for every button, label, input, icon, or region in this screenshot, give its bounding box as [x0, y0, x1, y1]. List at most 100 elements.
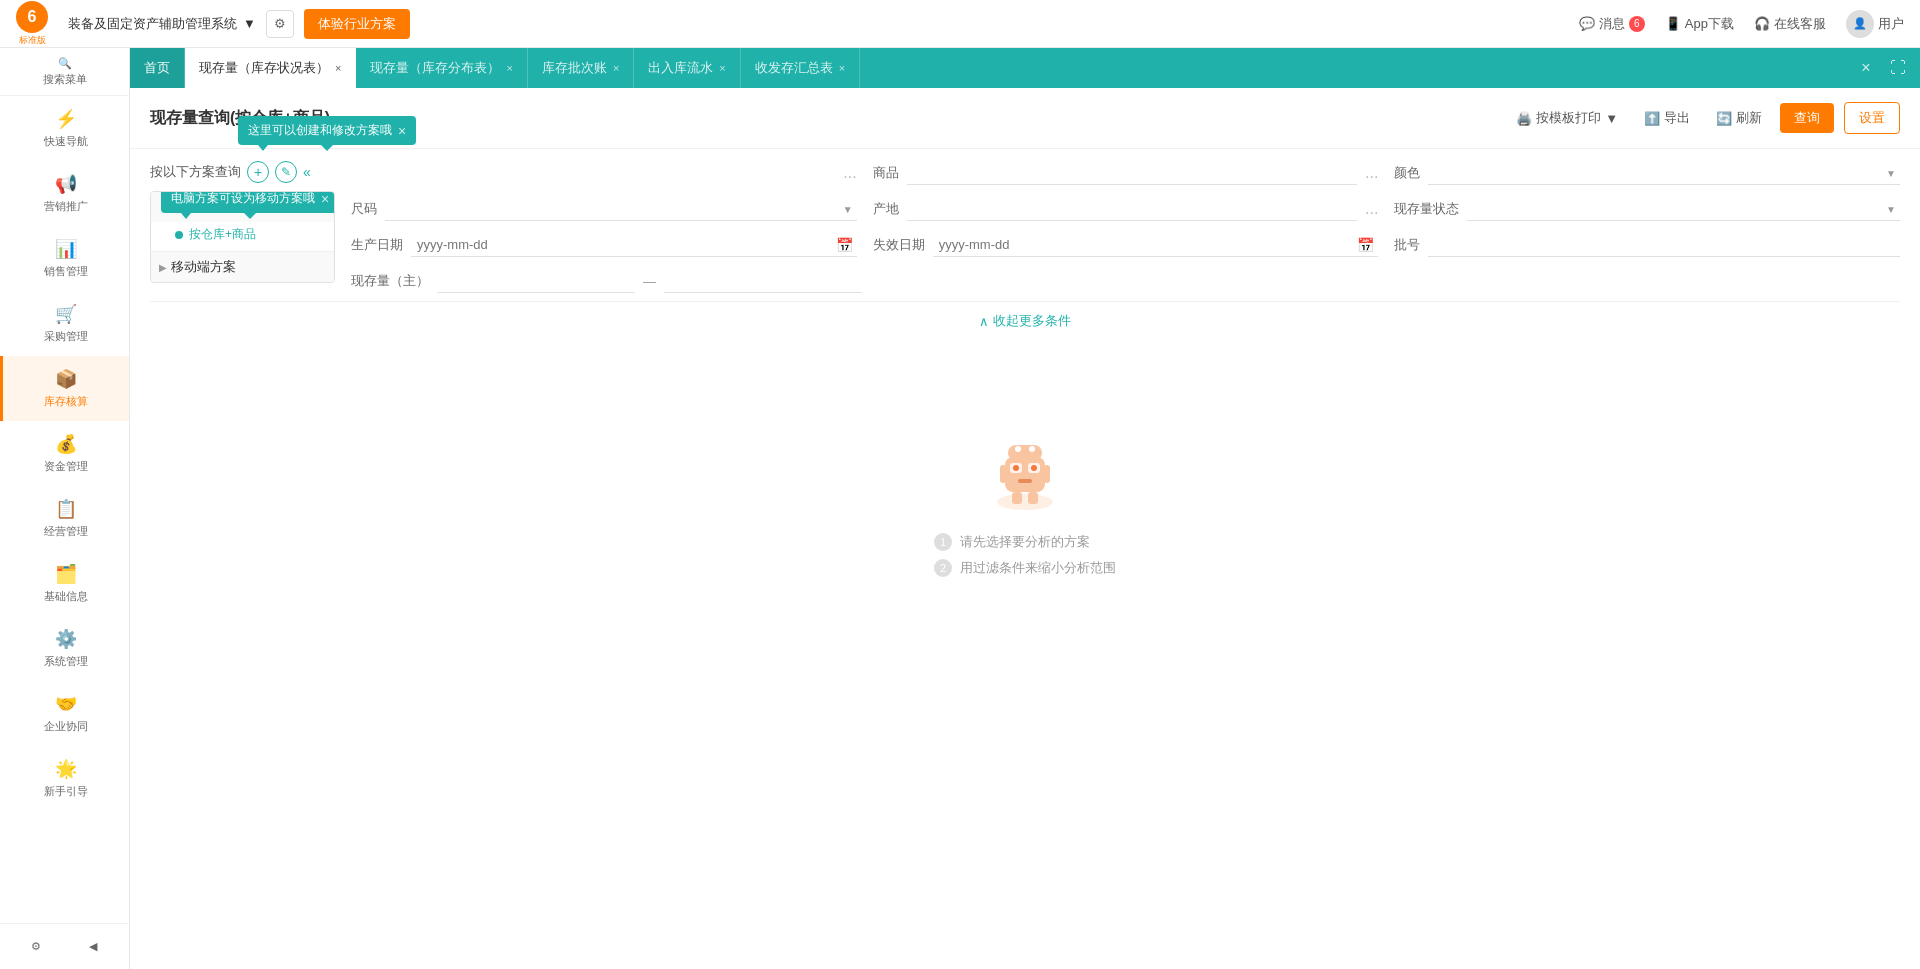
page-actions: 🖨️ 按模板打印 ▼ ⬆️ 导出 🔄 刷新 查询 — [1508, 102, 1900, 134]
sidebar-item-label: 经营管理 — [44, 524, 88, 539]
mobile-scheme-label: 移动端方案 — [171, 258, 236, 276]
edit-scheme-button[interactable]: ✎ — [275, 161, 297, 183]
batch-no-input[interactable] — [1428, 233, 1900, 257]
origin-dots[interactable]: ... — [1365, 200, 1378, 218]
pc-tooltip: 电脑方案可设为移动方案哦 × — [161, 191, 335, 213]
sidebar-item-enterprise[interactable]: 🤝 企业协同 — [0, 681, 129, 746]
goods-input-wrapper — [907, 161, 1357, 185]
produce-date-input[interactable] — [411, 233, 857, 257]
tab-close-icon[interactable]: × — [613, 62, 619, 74]
svg-rect-1 — [1005, 457, 1045, 492]
size-label: 尺码 — [351, 200, 377, 218]
export-button[interactable]: ⬆️ 导出 — [1636, 105, 1698, 131]
search-menu-label: 搜索菜单 — [43, 72, 87, 87]
edit-icon: ✎ — [281, 165, 291, 179]
sidebar-item-system[interactable]: ⚙️ 系统管理 — [0, 616, 129, 681]
color-select-wrapper: ▼ — [1428, 161, 1900, 185]
message-label: 消息 — [1599, 15, 1625, 33]
tab-batch-accounts[interactable]: 库存批次账 × — [528, 48, 634, 88]
tab-close-icon[interactable]: × — [719, 62, 725, 74]
refresh-button[interactable]: 🔄 刷新 — [1708, 105, 1770, 131]
sidebar-item-marketing[interactable]: 📢 营销推广 — [0, 161, 129, 226]
calendar-icon[interactable]: 📅 — [1357, 237, 1374, 253]
stock-status-select[interactable] — [1467, 197, 1900, 221]
tab-in-out-flow[interactable]: 出入库流水 × — [634, 48, 740, 88]
size-select[interactable] — [385, 197, 857, 221]
stock-qty-from-input[interactable] — [437, 269, 635, 293]
color-select[interactable] — [1428, 161, 1900, 185]
sidebar-item-basic[interactable]: 🗂️ 基础信息 — [0, 551, 129, 616]
tab-close-icon[interactable]: × — [839, 62, 845, 74]
empty-tips: 1 请先选择要分析的方案 2 用过滤条件来缩小分析范围 — [934, 533, 1116, 577]
chevron-down-icon: ▼ — [243, 16, 256, 31]
sidebar-item-finance[interactable]: 💰 资金管理 — [0, 421, 129, 486]
search-menu-button[interactable]: 🔍 搜索菜单 — [37, 51, 93, 93]
pc-sub-item[interactable]: 按仓库+商品 — [175, 222, 326, 247]
sidebar-item-inventory[interactable]: 📦 库存核算 — [0, 356, 129, 421]
produce-date-label: 生产日期 — [351, 236, 403, 254]
svg-rect-8 — [1044, 465, 1050, 483]
back-button[interactable]: « — [303, 164, 311, 180]
size-select-wrapper: ▼ — [385, 197, 857, 221]
settings-button[interactable]: ⚙ — [266, 10, 294, 38]
export-icon: ⬆️ — [1644, 111, 1660, 126]
filter-col1: ... — [351, 164, 857, 182]
settings-config-button[interactable]: 设置 — [1844, 102, 1900, 134]
sidebar-item-guide[interactable]: 🌟 新手引导 — [0, 746, 129, 811]
goods-dots[interactable]: ... — [1365, 164, 1378, 182]
sidebar-collapse-button[interactable]: ◀ — [65, 932, 122, 961]
tab-inventory-status[interactable]: 现存量（库存状况表） × — [185, 48, 356, 88]
expire-date-label: 失效日期 — [873, 236, 925, 254]
tab-fullscreen-button[interactable]: ⛶ — [1884, 54, 1912, 82]
expire-date-input[interactable] — [933, 233, 1379, 257]
message-button[interactable]: 💬 消息 6 — [1579, 15, 1645, 33]
trial-button[interactable]: 体验行业方案 — [304, 9, 410, 39]
svg-rect-11 — [1008, 445, 1042, 461]
origin-label: 产地 — [873, 200, 899, 218]
pc-tooltip-close[interactable]: × — [321, 191, 329, 207]
filter-row-2: 尺码 ▼ 产地 — [351, 197, 1900, 221]
svg-point-4 — [1013, 465, 1019, 471]
tooltip-close-button[interactable]: × — [398, 123, 406, 139]
sidebar-item-purchase[interactable]: 🛒 采购管理 — [0, 291, 129, 356]
origin-input[interactable] — [907, 197, 1357, 221]
filter-dots-1[interactable]: ... — [843, 164, 856, 182]
sidebar-settings-button[interactable]: ⚙ — [8, 932, 65, 961]
tab-receive-summary[interactable]: 收发存汇总表 × — [741, 48, 860, 88]
sidebar-item-label: 新手引导 — [44, 784, 88, 799]
scheme-label-row: 按以下方案查询 + 这里可以创建和修改方案哦 × — [150, 161, 335, 183]
add-scheme-button[interactable]: + 这里可以创建和修改方案哦 × — [247, 161, 269, 183]
svg-point-12 — [1015, 446, 1021, 452]
tab-home[interactable]: 首页 — [130, 48, 185, 88]
produce-date-input-wrapper: 📅 — [411, 233, 857, 257]
goods-label: 商品 — [873, 164, 899, 182]
tab-close-all-button[interactable]: × — [1852, 54, 1880, 82]
system-selector[interactable]: 装备及固定资产辅助管理系统 ▼ — [68, 15, 256, 33]
scheme-tree: ▼ 电脑端方案 按仓库+商品 — [150, 191, 335, 283]
tab-close-icon[interactable]: × — [506, 62, 512, 74]
svg-rect-10 — [1028, 492, 1038, 504]
inventory-icon: 📦 — [55, 368, 77, 390]
empty-state: 1 请先选择要分析的方案 2 用过滤条件来缩小分析范围 — [130, 352, 1920, 652]
calendar-icon[interactable]: 📅 — [836, 237, 853, 253]
color-label: 颜色 — [1394, 164, 1420, 182]
tab-inventory-dist[interactable]: 现存量（库存分布表） × — [356, 48, 527, 88]
sidebar-item-operations[interactable]: 📋 经营管理 — [0, 486, 129, 551]
sidebar-item-quick-nav[interactable]: ⚡ 快速导航 — [0, 96, 129, 161]
tab-home-label: 首页 — [144, 59, 170, 77]
sidebar-item-sales[interactable]: 📊 销售管理 — [0, 226, 129, 291]
collapse-bar[interactable]: ∧ 收起更多条件 — [150, 301, 1900, 340]
online-support-button[interactable]: 🎧 在线客服 — [1754, 15, 1826, 33]
app-download-button[interactable]: 📱 App下载 — [1665, 15, 1734, 33]
tab-in-out-flow-label: 出入库流水 — [648, 59, 713, 77]
print-template-button[interactable]: 🖨️ 按模板打印 ▼ — [1508, 105, 1626, 131]
tip1-num: 1 — [934, 533, 952, 551]
stock-qty-to-input[interactable] — [664, 269, 862, 293]
phone-icon: 📱 — [1665, 16, 1681, 31]
goods-input[interactable] — [907, 161, 1357, 185]
user-menu[interactable]: 👤 用户 — [1846, 10, 1904, 38]
mobile-scheme-item[interactable]: ▶ 移动端方案 — [151, 251, 334, 282]
pc-sub-label: 按仓库+商品 — [189, 226, 256, 243]
query-button[interactable]: 查询 — [1780, 103, 1834, 133]
tab-close-icon[interactable]: × — [335, 62, 341, 74]
